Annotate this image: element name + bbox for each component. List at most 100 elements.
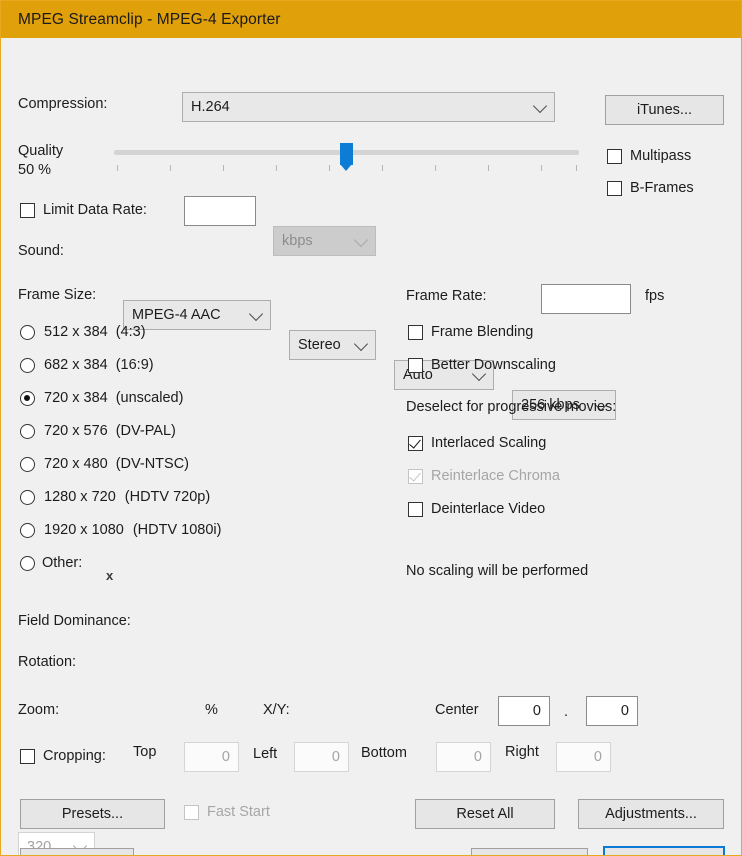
frame-rate-label: Frame Rate: (406, 288, 487, 304)
slider-tick (576, 165, 577, 171)
crop-top-value: 0 (221, 749, 230, 765)
preview-button[interactable]: Preview (20, 848, 134, 855)
center-x-input[interactable]: 0 (498, 696, 550, 726)
frame-size-option-1920x1080[interactable]: 1920 x 1080 (HDTV 1080i) (20, 522, 221, 538)
sound-channels-value: Stereo (298, 337, 341, 353)
center-separator: . (564, 704, 569, 720)
adjustments-button[interactable]: Adjustments... (578, 799, 724, 829)
radio-button (20, 522, 35, 538)
check-icon (409, 468, 421, 482)
interlaced-scaling-checkbox[interactable]: Interlaced Scaling (408, 435, 546, 451)
adjustments-button-label: Adjustments... (605, 806, 697, 822)
slider-tick (488, 165, 489, 171)
scaling-status-label: No scaling will be performed (406, 563, 589, 579)
better-downscaling-label: Better Downscaling (431, 357, 556, 373)
chevron-down-icon (353, 336, 369, 352)
xy-ratio-label: X/Y: (263, 702, 290, 718)
crop-left-input: 0 (294, 742, 349, 772)
checkbox-box (607, 180, 622, 196)
radio-button (20, 423, 35, 439)
rotation-label: Rotation: (18, 654, 77, 670)
crop-right-label: Right (505, 744, 539, 760)
slider-tick (223, 165, 224, 171)
checkbox-box (20, 748, 35, 764)
chevron-down-icon (248, 306, 264, 322)
interlaced-scaling-label: Interlaced Scaling (431, 435, 547, 451)
frame-size-option-label: 682 x 384 (44, 357, 108, 373)
frame-size-option-682x384[interactable]: 682 x 384 (16:9) (20, 357, 154, 373)
frame-size-option-512x384[interactable]: 512 x 384 (4:3) (20, 324, 146, 340)
fast-start-checkbox: Fast Start (184, 804, 270, 820)
center-y-input[interactable]: 0 (586, 696, 638, 726)
frame-size-option-720x384[interactable]: 720 x 384 (unscaled) (20, 390, 183, 406)
compression-label: Compression: (18, 96, 108, 112)
sound-channels-combo[interactable]: Stereo (289, 330, 376, 360)
frame-size-option-note: (DV-NTSC) (115, 456, 190, 472)
crop-right-value: 0 (593, 749, 602, 765)
checkbox-box (408, 501, 423, 517)
multipass-label: Multipass (630, 148, 692, 164)
crop-top-label: Top (133, 744, 157, 760)
frame-size-option-note: (4:3) (115, 324, 146, 340)
b-frames-label: B-Frames (630, 180, 694, 196)
crop-left-value: 0 (331, 749, 340, 765)
radio-button (20, 489, 35, 505)
frame-size-option-label: 720 x 576 (44, 423, 108, 439)
make-mp4-button[interactable]: Make MP4 (603, 846, 725, 855)
compression-combo[interactable]: H.264 (182, 92, 555, 122)
frame-size-option-1280x720[interactable]: 1280 x 720 (HDTV 720p) (20, 489, 210, 505)
slider-tick (541, 165, 542, 171)
checkbox-box (408, 357, 423, 373)
frame-size-option-note: (HDTV 720p) (124, 489, 211, 505)
frame-size-option-other[interactable]: Other: (20, 555, 82, 571)
checkbox-box (408, 435, 423, 451)
frame-rate-input[interactable] (541, 284, 631, 314)
radio-button (20, 456, 35, 472)
chevron-down-icon (353, 232, 369, 248)
crop-bottom-input: 0 (436, 742, 491, 772)
reinterlace-chroma-label: Reinterlace Chroma (431, 468, 560, 484)
deselect-hint-label: Deselect for progressive movies: (406, 399, 617, 415)
center-y-value: 0 (620, 703, 629, 719)
crop-top-input: 0 (184, 742, 239, 772)
itunes-button[interactable]: iTunes... (605, 95, 724, 125)
check-icon (409, 435, 421, 449)
chevron-down-icon (532, 98, 548, 114)
slider-tick (382, 165, 383, 171)
frame-size-option-label: 1920 x 1080 (44, 522, 124, 538)
frame-rate-unit-label: fps (645, 288, 665, 304)
cancel-button[interactable]: Cancel (471, 848, 588, 855)
checkbox-box (20, 202, 35, 218)
presets-button[interactable]: Presets... (20, 799, 165, 829)
multipass-checkbox[interactable]: Multipass (607, 148, 691, 164)
checkbox-box (184, 804, 199, 820)
deinterlace-video-checkbox[interactable]: Deinterlace Video (408, 501, 545, 517)
frame-size-label: Frame Size: (18, 287, 97, 303)
better-downscaling-checkbox[interactable]: Better Downscaling (408, 357, 556, 373)
data-rate-input[interactable] (184, 196, 256, 226)
title-bar: MPEG Streamclip - MPEG-4 Exporter (1, 1, 741, 38)
frame-size-option-note: (DV-PAL) (115, 423, 176, 439)
crop-right-input: 0 (556, 742, 611, 772)
frame-size-option-720x480[interactable]: 720 x 480 (DV-NTSC) (20, 456, 189, 472)
field-dominance-label: Field Dominance: (18, 613, 131, 629)
frame-size-option-label: 1280 x 720 (44, 489, 116, 505)
cropping-checkbox[interactable]: Cropping: (20, 748, 106, 764)
radio-button (20, 324, 35, 340)
crop-bottom-value: 0 (473, 749, 482, 765)
slider-tick (117, 165, 118, 171)
reset-all-button[interactable]: Reset All (415, 799, 555, 829)
crop-left-label: Left (253, 746, 278, 762)
quality-slider[interactable] (114, 143, 579, 179)
slider-tick (170, 165, 171, 171)
frame-size-option-label: 512 x 384 (44, 324, 108, 340)
cropping-label: Cropping: (43, 748, 106, 764)
slider-thumb[interactable] (340, 143, 353, 171)
frame-size-option-720x576[interactable]: 720 x 576 (DV-PAL) (20, 423, 176, 439)
itunes-button-label: iTunes... (636, 102, 693, 118)
b-frames-checkbox[interactable]: B-Frames (607, 180, 694, 196)
radio-button (20, 390, 35, 406)
limit-data-rate-checkbox[interactable]: Limit Data Rate: (20, 202, 147, 218)
reset-all-button-label: Reset All (456, 806, 514, 822)
frame-blending-checkbox[interactable]: Frame Blending (408, 324, 533, 340)
